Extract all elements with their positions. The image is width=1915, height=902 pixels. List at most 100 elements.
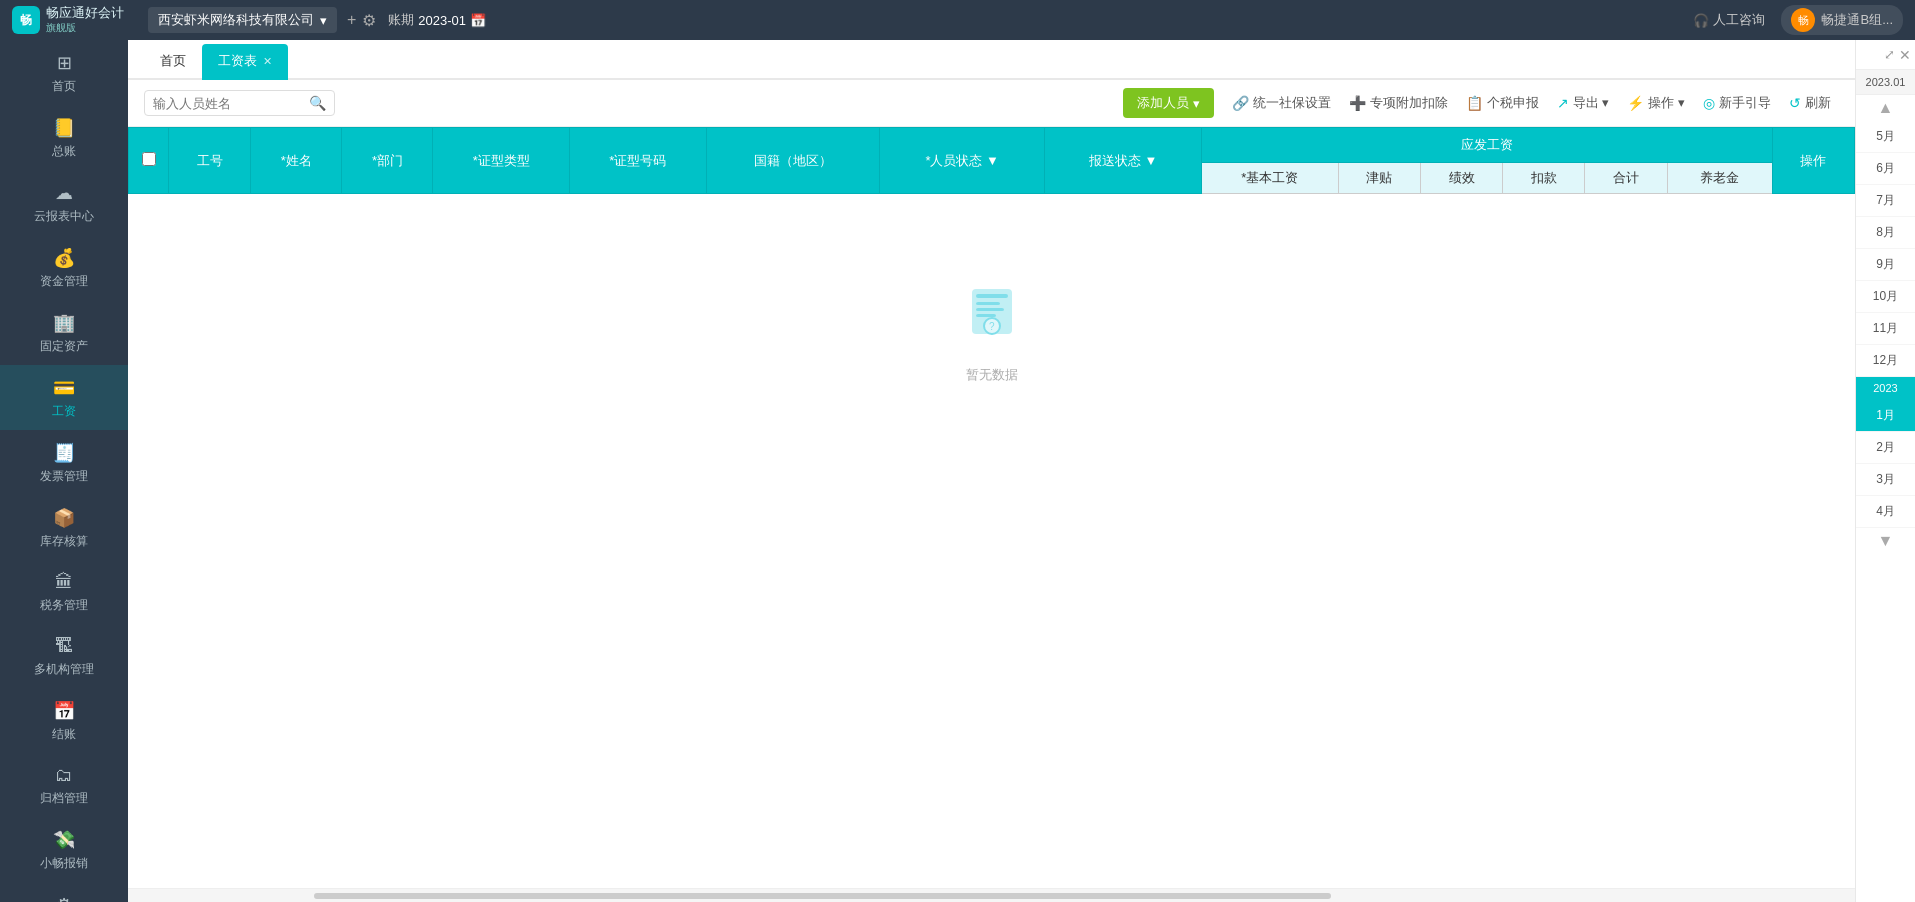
svg-text:?: ?: [989, 321, 995, 332]
multi-label: 多机构管理: [34, 661, 94, 678]
col-total: 合计: [1585, 163, 1667, 194]
toolbar-action-special-deduct[interactable]: ➕ 专项附加扣除: [1341, 89, 1456, 117]
tax-label: 税务管理: [40, 597, 88, 614]
tax-report-icon: 📋: [1466, 95, 1483, 111]
invoice-label: 发票管理: [40, 468, 88, 485]
logo-sub: 旗舰版: [46, 21, 124, 35]
tab-home[interactable]: 首页: [144, 44, 202, 80]
settings-icon: ⚙: [56, 894, 72, 902]
company-selector[interactable]: 西安虾米网络科技有限公司 ▾: [148, 7, 337, 33]
sidebar-item-tax[interactable]: 🏛 税务管理: [0, 560, 128, 624]
inventory-label: 库存核算: [40, 533, 88, 550]
search-input[interactable]: [153, 96, 303, 111]
month-1[interactable]: 1月: [1856, 400, 1915, 432]
period-label: 账期: [388, 11, 414, 29]
sidebar-item-asset[interactable]: 🏢 固定资产: [0, 300, 128, 365]
toolbar-action-refresh[interactable]: ↺ 刷新: [1781, 89, 1839, 117]
scroll-down-btn[interactable]: ▼: [1856, 528, 1915, 554]
sidebar-item-salary[interactable]: 💳 工资: [0, 365, 128, 430]
company-name: 西安虾米网络科技有限公司: [158, 11, 314, 29]
refresh-icon: ↺: [1789, 95, 1801, 111]
horizontal-scrollbar[interactable]: [128, 888, 1855, 902]
toolbar-action-export[interactable]: ↗ 导出 ▾: [1549, 89, 1618, 117]
new-guide-label: 新手引导: [1719, 94, 1771, 112]
toolbar-action-operate[interactable]: ⚡ 操作 ▾: [1619, 89, 1693, 117]
col-performance: 绩效: [1420, 163, 1502, 194]
salary-label: 工资: [52, 403, 76, 420]
sidebar-item-multi[interactable]: 🏗 多机构管理: [0, 624, 128, 688]
sidebar-item-ledger[interactable]: 📒 总账: [0, 105, 128, 170]
month-2[interactable]: 2月: [1856, 432, 1915, 464]
expand-icon[interactable]: ⤢: [1884, 47, 1895, 62]
invoice-icon: 🧾: [53, 442, 75, 464]
fund-icon: 💰: [53, 247, 75, 269]
chevron-down-icon: ▾: [320, 13, 327, 28]
add-person-button[interactable]: 添加人员 ▾: [1123, 88, 1214, 118]
sidebar-item-report[interactable]: ☁ 云报表中心: [0, 170, 128, 235]
expense-icon: 💸: [53, 829, 75, 851]
month-prev-12[interactable]: 12月: [1856, 345, 1915, 377]
col-action: 操作: [1772, 128, 1854, 194]
toolbar-action-social-security[interactable]: 🔗 统一社保设置: [1224, 89, 1339, 117]
toolbar-actions: 🔗 统一社保设置 ➕ 专项附加扣除 📋 个税申报 ↗ 导出 ▾ ⚡ 操作 ▾ ◎…: [1224, 89, 1839, 117]
sidebar-item-expense[interactable]: 💸 小畅报销: [0, 817, 128, 882]
select-all-checkbox[interactable]: [142, 152, 156, 166]
month-prev-7[interactable]: 7月: [1856, 185, 1915, 217]
col-wage-group: 应发工资: [1202, 128, 1773, 163]
toolbar-action-tax-report[interactable]: 📋 个税申报: [1458, 89, 1547, 117]
calendar-icon[interactable]: 📅: [470, 13, 486, 28]
top-bar-right: 🎧 人工咨询 畅 畅捷通B组...: [1693, 5, 1903, 35]
archive-icon: 🗂: [55, 765, 73, 786]
export-icon: ↗: [1557, 95, 1569, 111]
col-nation: 国籍（地区）: [706, 128, 879, 194]
month-prev-8[interactable]: 8月: [1856, 217, 1915, 249]
svg-rect-4: [976, 314, 996, 317]
report-label: 云报表中心: [34, 208, 94, 225]
panel-period-label[interactable]: 2023.01: [1856, 70, 1915, 95]
expense-label: 小畅报销: [40, 855, 88, 872]
support-label: 人工咨询: [1713, 11, 1765, 29]
export-label: 导出 ▾: [1573, 94, 1610, 112]
col-deduct: 扣款: [1503, 163, 1585, 194]
month-prev-9[interactable]: 9月: [1856, 249, 1915, 281]
sidebar-item-settings[interactable]: ⚙ 基础设置: [0, 882, 128, 902]
col-name: *姓名: [251, 128, 342, 194]
operate-icon: ⚡: [1627, 95, 1644, 111]
add-company-btn[interactable]: +: [347, 11, 356, 29]
month-prev-10[interactable]: 10月: [1856, 281, 1915, 313]
year-label-2023[interactable]: 2023: [1856, 377, 1915, 400]
col-id-type: *证型类型: [433, 128, 570, 194]
scroll-up-btn[interactable]: ▲: [1856, 95, 1915, 121]
tab-salary-table[interactable]: 工资表✕: [202, 44, 288, 80]
month-4[interactable]: 4月: [1856, 496, 1915, 528]
months-list: 5月6月7月8月9月10月11月12月 2023 1月2月3月4月: [1856, 121, 1915, 528]
close-panel-icon[interactable]: ✕: [1899, 47, 1911, 63]
search-icon: 🔍: [309, 95, 326, 111]
asset-icon: 🏢: [53, 312, 75, 334]
toolbar-action-new-guide[interactable]: ◎ 新手引导: [1695, 89, 1779, 117]
sidebar-item-close[interactable]: 📅 结账: [0, 688, 128, 753]
month-prev-11[interactable]: 11月: [1856, 313, 1915, 345]
sidebar-item-invoice[interactable]: 🧾 发票管理: [0, 430, 128, 495]
settings-icon[interactable]: ⚙: [362, 11, 376, 30]
user-badge[interactable]: 畅 畅捷通B组...: [1781, 5, 1903, 35]
sidebar-item-home[interactable]: ⊞ 首页: [0, 40, 128, 105]
logo-name: 畅应通好会计: [46, 5, 124, 21]
logo: 畅 畅应通好会计 旗舰版: [12, 5, 140, 35]
month-3[interactable]: 3月: [1856, 464, 1915, 496]
sidebar-item-archive[interactable]: 🗂 归档管理: [0, 753, 128, 817]
sidebar-item-inventory[interactable]: 📦 库存核算: [0, 495, 128, 560]
home-icon: ⊞: [57, 52, 72, 74]
tab-close-salary-table[interactable]: ✕: [263, 55, 272, 68]
multi-icon: 🏗: [55, 636, 73, 657]
month-prev-5[interactable]: 5月: [1856, 121, 1915, 153]
add-btn-label: 添加人员: [1137, 94, 1189, 112]
username: 畅捷通B组...: [1821, 11, 1893, 29]
special-deduct-label: 专项附加扣除: [1370, 94, 1448, 112]
ledger-icon: 📒: [53, 117, 75, 139]
support-button[interactable]: 🎧 人工咨询: [1693, 11, 1765, 29]
year-badge: 2023: [1869, 380, 1901, 396]
avatar: 畅: [1791, 8, 1815, 32]
month-prev-6[interactable]: 6月: [1856, 153, 1915, 185]
sidebar-item-fund[interactable]: 💰 资金管理: [0, 235, 128, 300]
